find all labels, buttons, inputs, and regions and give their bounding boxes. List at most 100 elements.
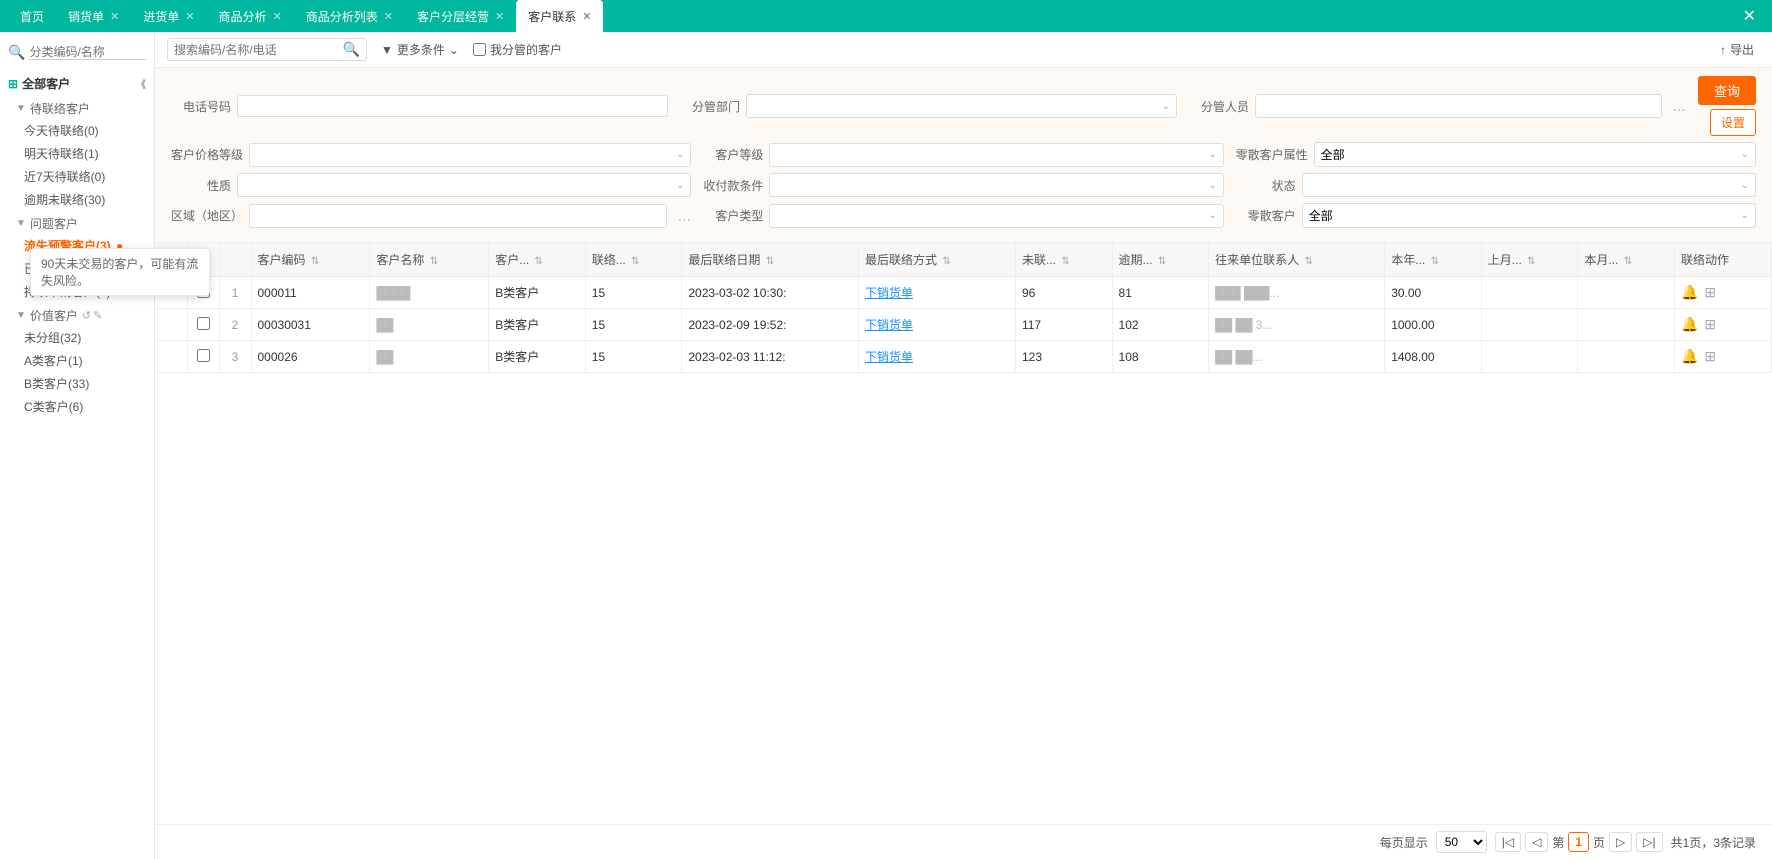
next-page-button[interactable]: ▷ (1609, 832, 1632, 852)
more-conditions-button[interactable]: ▼ 更多条件 ⌄ (375, 39, 465, 60)
close-icon[interactable]: ✕ (582, 10, 591, 23)
contact-type-link[interactable]: 下销货单 (865, 350, 913, 364)
search-icon: 🔍 (8, 44, 25, 61)
close-icon[interactable]: ✕ (185, 10, 194, 23)
refresh-icon[interactable]: ↺ (82, 309, 91, 322)
first-page-button[interactable]: |◁ (1495, 832, 1521, 852)
no-contact-column-header[interactable]: 未联... ⇅ (1015, 243, 1112, 277)
window-close-button[interactable]: ✕ (1735, 6, 1764, 26)
more-actions-icon[interactable]: ⊞ (1704, 284, 1716, 301)
toolbar-search-button[interactable]: 🔍 (343, 41, 360, 58)
unit-contact-column-header[interactable]: 往来单位联系人 ⇅ (1209, 243, 1385, 277)
row-checkbox[interactable] (197, 317, 210, 330)
status-select[interactable]: ⌄ (1302, 173, 1756, 197)
sidebar: 🔍 ⊞ 全部客户 《 ▼ 待联络客户 今天待联络(0) 明天待联络(1) 近7天… (0, 32, 155, 859)
phone-input[interactable] (237, 95, 668, 117)
status-label: 状态 (1236, 177, 1296, 194)
more-icon[interactable]: … (1672, 98, 1686, 114)
this-year-column-header[interactable]: 本年... ⇅ (1385, 243, 1482, 277)
sidebar-item-today-pending[interactable]: 今天待联络(0) (0, 119, 154, 142)
action-column-header: 联络动作 (1674, 243, 1771, 277)
sidebar-group-pending[interactable]: ▼ 待联络客户 (0, 96, 154, 119)
customer-level-select[interactable]: ⌄ (769, 143, 1223, 167)
row-last-contact-type[interactable]: 下销货单 (858, 277, 1015, 309)
level-column-header[interactable]: 客户... ⇅ (489, 243, 586, 277)
contact-type-link[interactable]: 下销货单 (865, 318, 913, 332)
my-customers-checkbox[interactable] (473, 43, 486, 56)
export-button[interactable]: ↑ 导出 (1714, 39, 1760, 60)
sort-icon: ⇅ (430, 256, 438, 267)
last-page-button[interactable]: ▷| (1636, 832, 1662, 852)
contact-type-link[interactable]: 下销货单 (865, 286, 913, 300)
chevron-down-icon: ⌄ (1208, 180, 1216, 191)
contact-icon[interactable]: 🔔 (1681, 348, 1698, 365)
tab-sales-order[interactable]: 销货单 ✕ (56, 0, 131, 32)
more-actions-icon[interactable]: ⊞ (1704, 348, 1716, 365)
more-actions-icon[interactable]: ⊞ (1704, 316, 1716, 333)
toolbar-search-input[interactable] (174, 43, 343, 57)
sidebar-search-input[interactable] (29, 45, 146, 60)
last-contact-date-column-header[interactable]: 最后联络日期 ⇅ (682, 243, 859, 277)
more-icon[interactable]: … (677, 208, 691, 224)
sidebar-group-value[interactable]: ▼ 价值客户 ↺ ✎ (0, 303, 154, 326)
retail-customer-select[interactable]: 全部 ⌄ (1302, 203, 1756, 228)
retail-attr-select[interactable]: 全部 ⌄ (1314, 142, 1756, 167)
sidebar-item-ungrouped[interactable]: 未分组(32) (0, 326, 154, 349)
close-icon[interactable]: ✕ (273, 10, 282, 23)
last-month-column-header[interactable]: 上月... ⇅ (1481, 243, 1578, 277)
manager-select[interactable] (1255, 94, 1662, 118)
row-overdue: 81 (1112, 277, 1209, 309)
last-contact-type-column-header[interactable]: 最后联络方式 ⇅ (858, 243, 1015, 277)
sidebar-item-week-pending[interactable]: 近7天待联络(0) (0, 165, 154, 188)
sidebar-item-tomorrow-pending[interactable]: 明天待联络(1) (0, 142, 154, 165)
filter-department: 分管部门 ⌄ (680, 94, 1177, 118)
contact-column-header[interactable]: 联络... ⇅ (585, 243, 682, 277)
collapse-icon[interactable]: 《 (136, 76, 146, 91)
nature-select[interactable]: ⌄ (237, 173, 691, 197)
query-button[interactable]: 查询 (1698, 76, 1756, 105)
tab-customer-layering[interactable]: 客户分层经营 ✕ (405, 0, 516, 32)
page-prefix-label: 第 (1552, 834, 1564, 851)
row-code: 000011 (251, 277, 370, 309)
sort-icon: ⇅ (631, 256, 639, 267)
tab-product-analysis[interactable]: 商品分析 ✕ (206, 0, 293, 32)
sidebar-item-class-a[interactable]: A类客户(1) (0, 349, 154, 372)
contact-icon[interactable]: 🔔 (1681, 284, 1698, 301)
sidebar-group-problem[interactable]: ▼ 问题客户 (0, 211, 154, 234)
filter-retail-attr: 零散客户属性 全部 ⌄ (1236, 142, 1756, 167)
edit-icon[interactable]: ✎ (93, 309, 102, 322)
sidebar-item-overdue-no-contact[interactable]: 逾期未联络(30) (0, 188, 154, 211)
code-column-header[interactable]: 客户编码 ⇅ (251, 243, 370, 277)
customer-type-select[interactable]: ⌄ (769, 204, 1223, 228)
close-icon[interactable]: ✕ (495, 10, 504, 23)
row-checkbox[interactable] (197, 349, 210, 362)
region-select[interactable] (249, 204, 667, 228)
settings-button[interactable]: 设置 (1710, 109, 1756, 136)
tab-home[interactable]: 首页 (8, 0, 56, 32)
contact-icon[interactable]: 🔔 (1681, 316, 1698, 333)
my-customers-checkbox-label[interactable]: 我分管的客户 (473, 41, 562, 58)
close-icon[interactable]: ✕ (384, 10, 393, 23)
tab-product-analysis-list[interactable]: 商品分析列表 ✕ (294, 0, 405, 32)
row-this-month (1578, 309, 1675, 341)
this-month-column-header[interactable]: 本月... ⇅ (1578, 243, 1675, 277)
sidebar-item-class-c[interactable]: C类客户(6) (0, 395, 154, 418)
payment-select[interactable]: ⌄ (769, 173, 1223, 197)
tab-customer-contact[interactable]: 客户联系 ✕ (516, 0, 603, 32)
sidebar-item-class-b[interactable]: B类客户(33) (0, 372, 154, 395)
filter-actions: 查询 设置 (1698, 76, 1756, 136)
row-last-contact-type[interactable]: 下销货单 (858, 341, 1015, 373)
close-icon[interactable]: ✕ (110, 10, 119, 23)
row-last-contact-type[interactable]: 下销货单 (858, 309, 1015, 341)
row-code: 00030031 (251, 309, 370, 341)
department-select[interactable]: ⌄ (746, 94, 1177, 118)
prev-page-button[interactable]: ◁ (1525, 832, 1548, 852)
tab-purchase-order[interactable]: 进货单 ✕ (131, 0, 206, 32)
name-column-header[interactable]: 客户名称 ⇅ (370, 243, 489, 277)
sidebar-all-customers[interactable]: ⊞ 全部客户 《 (0, 71, 154, 96)
row-action: 🔔 ⊞ (1674, 309, 1771, 341)
phone-label: 电话号码 (171, 98, 231, 115)
price-level-select[interactable]: ⌄ (249, 143, 691, 167)
page-size-select[interactable]: 50 100 200 (1436, 831, 1487, 853)
overdue-column-header[interactable]: 逾期... ⇅ (1112, 243, 1209, 277)
